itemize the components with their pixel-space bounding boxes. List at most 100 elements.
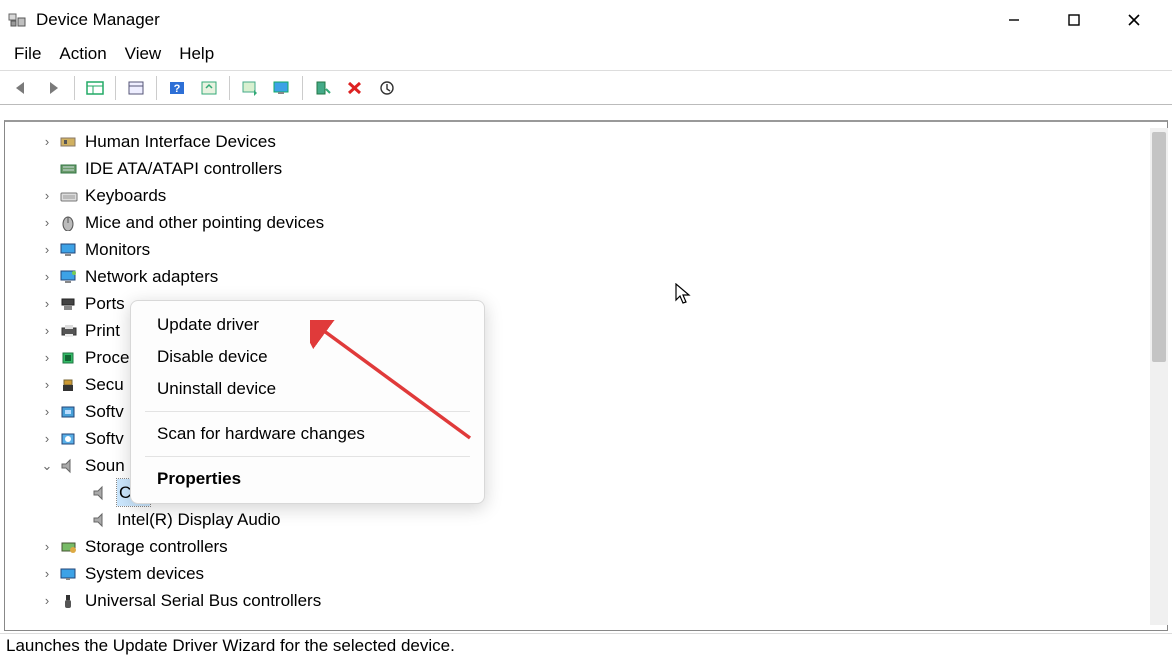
tree-label: Softv [85,425,124,452]
mouse-icon [59,214,79,232]
window-title: Device Manager [36,10,984,30]
tree-label: Universal Serial Bus controllers [85,587,321,614]
statusbar: Launches the Update Driver Wizard for th… [0,633,1172,659]
context-menu-separator [145,411,470,412]
tree-label: Print [85,317,120,344]
action-button[interactable] [195,75,223,101]
devmgr-app-icon [8,11,26,29]
context-menu-uninstall-device[interactable]: Uninstall device [131,373,484,405]
enable-device-button[interactable] [309,75,337,101]
maximize-button[interactable] [1044,0,1104,40]
tree-label: Ports [85,290,125,317]
expand-icon[interactable]: › [39,236,55,263]
context-menu-scan-hardware[interactable]: Scan for hardware changes [131,418,484,450]
titlebar: Device Manager [0,0,1172,40]
tree-node[interactable]: › Mice and other pointing devices [39,209,1167,236]
monitor-icon [59,241,79,259]
uninstall-device-button[interactable] [341,75,369,101]
tree-label: Monitors [85,236,150,263]
tree-label: Mice and other pointing devices [85,209,324,236]
expand-icon[interactable]: › [39,128,55,155]
security-icon [59,376,79,394]
tree-label: Softv [85,398,124,425]
audio-device-icon [91,511,111,529]
tree-node[interactable]: › System devices [39,560,1167,587]
tree-label: Soun [85,452,125,479]
context-menu: Update driver Disable device Uninstall d… [130,300,485,504]
menu-action[interactable]: Action [59,44,106,64]
expand-icon[interactable]: › [39,209,55,236]
scrollbar-thumb[interactable] [1152,132,1166,362]
tree-label: Storage controllers [85,533,228,560]
tree-label: IDE ATA/ATAPI controllers [85,155,282,182]
expand-icon[interactable]: › [39,560,55,587]
context-menu-properties[interactable]: Properties [131,463,484,495]
expand-icon[interactable]: › [39,533,55,560]
usb-icon [59,592,79,610]
storage-icon [59,538,79,556]
tree-label: Human Interface Devices [85,128,276,155]
tree-node[interactable]: › Universal Serial Bus controllers [39,587,1167,614]
audio-device-icon [91,484,111,502]
expand-icon[interactable]: › [39,425,55,452]
context-menu-separator [145,456,470,457]
toolbar-separator [74,76,75,100]
ide-icon [59,160,79,178]
sound-icon [59,457,79,475]
menu-view[interactable]: View [125,44,162,64]
tree-node[interactable]: › Storage controllers [39,533,1167,560]
window-controls [984,0,1164,40]
toolbar-separator [229,76,230,100]
expand-icon[interactable]: › [39,344,55,371]
tree-label: System devices [85,560,204,587]
expand-icon[interactable]: › [39,398,55,425]
menu-help[interactable]: Help [179,44,214,64]
scan-hardware-button[interactable] [268,75,296,101]
tree-node[interactable]: › Network adapters [39,263,1167,290]
tree-label: Keyboards [85,182,166,209]
toolbar: ? [0,71,1172,105]
tree-label: Intel(R) Display Audio [117,506,280,533]
network-icon [59,268,79,286]
collapse-icon[interactable]: ⌄ [39,452,55,479]
close-button[interactable] [1104,0,1164,40]
menu-file[interactable]: File [14,44,41,64]
tree-label: Network adapters [85,263,218,290]
disable-device-button[interactable] [373,75,401,101]
vertical-scrollbar[interactable] [1150,128,1168,625]
svg-text:?: ? [174,83,181,95]
expand-icon[interactable]: › [39,263,55,290]
software-component-icon [59,403,79,421]
keyboard-icon [59,187,79,205]
expand-icon[interactable]: › [39,317,55,344]
help-button[interactable]: ? [163,75,191,101]
expand-icon[interactable]: › [39,290,55,317]
minimize-button[interactable] [984,0,1044,40]
update-driver-button[interactable] [236,75,264,101]
show-hide-console-button[interactable] [81,75,109,101]
context-menu-disable-device[interactable]: Disable device [131,341,484,373]
toolbar-separator [115,76,116,100]
context-menu-update-driver[interactable]: Update driver [131,309,484,341]
statusbar-text: Launches the Update Driver Wizard for th… [6,636,455,655]
tree-node[interactable]: IDE ATA/ATAPI controllers [39,155,1167,182]
tree-node[interactable]: › Monitors [39,236,1167,263]
expand-icon[interactable]: › [39,182,55,209]
expand-icon[interactable]: › [39,371,55,398]
processor-icon [59,349,79,367]
nav-back-button[interactable] [8,75,36,101]
ports-icon [59,295,79,313]
tree-child[interactable]: Intel(R) Display Audio [91,506,1167,533]
tree-label: Proce [85,344,129,371]
hid-icon [59,133,79,151]
expand-icon[interactable]: › [39,587,55,614]
tree-label: Secu [85,371,124,398]
tree-node[interactable]: › Keyboards [39,182,1167,209]
tree-node[interactable]: › Human Interface Devices [39,128,1167,155]
toolbar-separator [302,76,303,100]
properties-button[interactable] [122,75,150,101]
nav-forward-button[interactable] [40,75,68,101]
system-device-icon [59,565,79,583]
printer-icon [59,322,79,340]
software-device-icon [59,430,79,448]
